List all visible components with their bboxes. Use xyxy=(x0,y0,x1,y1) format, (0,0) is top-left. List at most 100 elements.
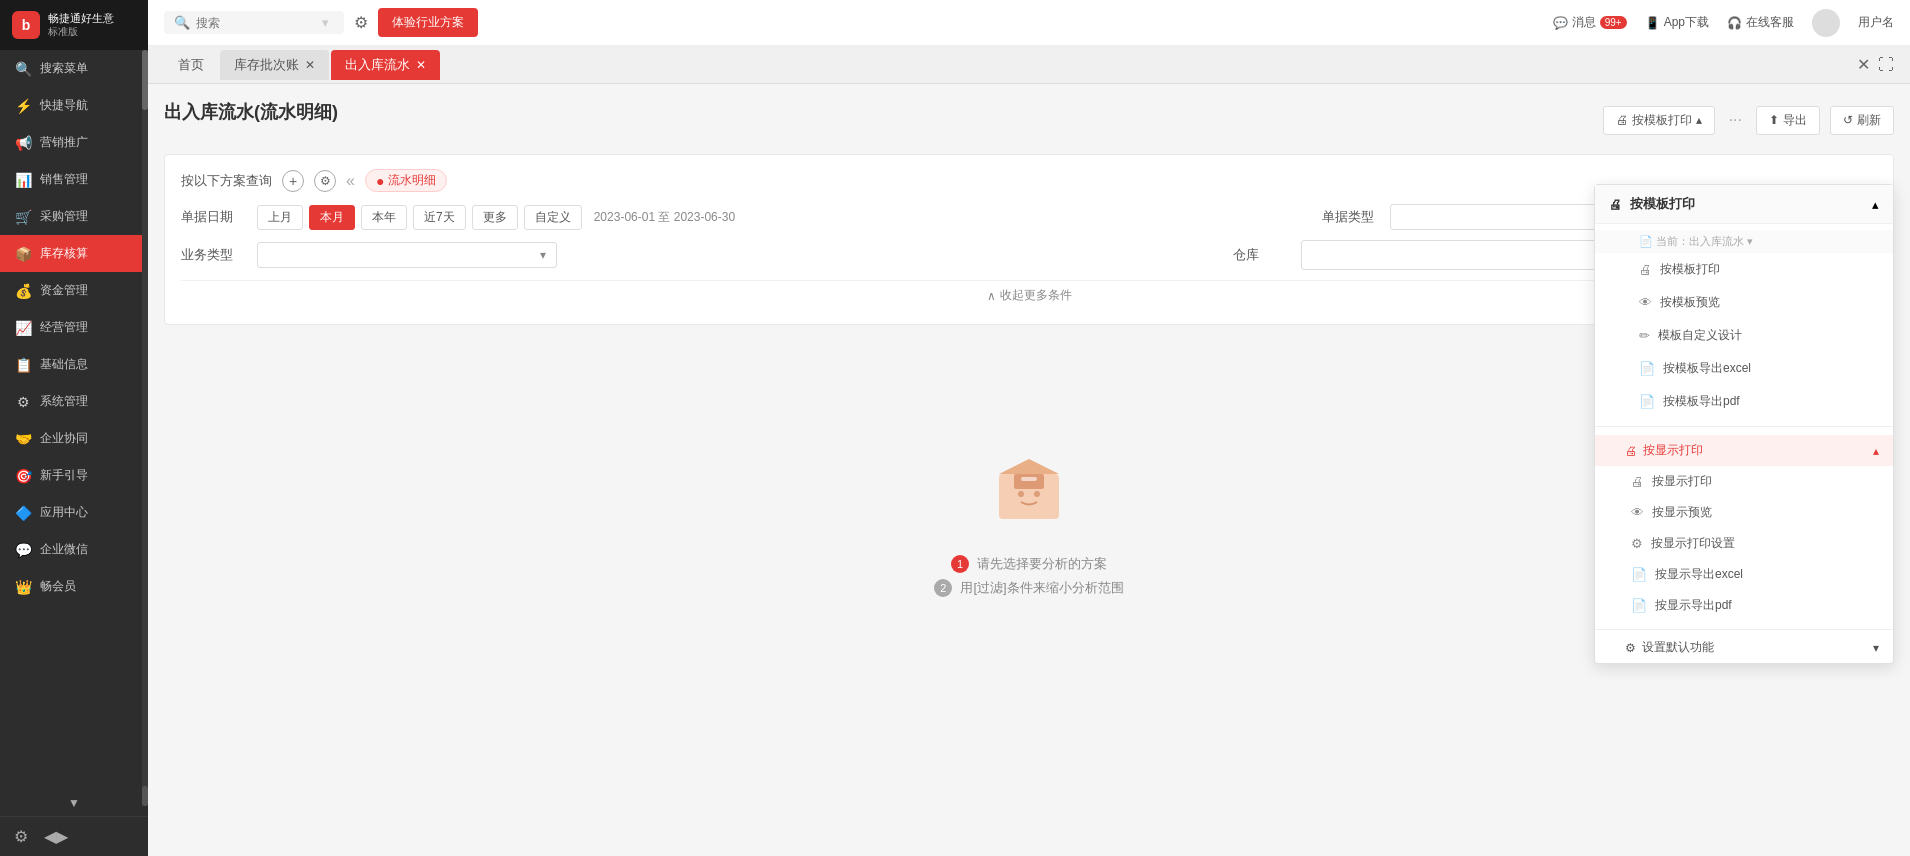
svg-rect-3 xyxy=(1021,477,1037,481)
sidebar-item-system[interactable]: ⚙ 系统管理 xyxy=(0,383,148,420)
refresh-btn[interactable]: ↺ 刷新 xyxy=(1830,106,1894,135)
topbar-search-input[interactable] xyxy=(196,16,316,30)
refresh-label: 刷新 xyxy=(1857,112,1881,129)
date-btn-more[interactable]: 更多 xyxy=(472,205,518,230)
app-download-item[interactable]: 📱 App下载 xyxy=(1645,14,1709,31)
tab-home[interactable]: 首页 xyxy=(164,50,218,80)
sidebar-settings-icon[interactable]: ⚙ xyxy=(14,827,28,846)
preview-icon: 👁 xyxy=(1639,295,1652,310)
dropdown-display-section: 🖨 按显示打印 ▴ 🖨 按显示打印 👁 按显示预览 ⚙ 按显示打印设置 xyxy=(1595,429,1893,627)
sidebar-item-search[interactable]: 🔍 搜索菜单 xyxy=(0,50,148,87)
sidebar-item-member[interactable]: 👑 畅会员 xyxy=(0,568,148,605)
message-label: 消息 xyxy=(1572,14,1596,31)
tab-stock-batch[interactable]: 库存批次账 ✕ xyxy=(220,50,329,80)
message-item[interactable]: 💬 消息 99+ xyxy=(1553,14,1627,31)
trial-btn[interactable]: 体验行业方案 xyxy=(378,8,478,37)
sidebar-item-operations[interactable]: 📈 经营管理 xyxy=(0,309,148,346)
tab-stock-flow-close[interactable]: ✕ xyxy=(416,58,426,72)
dropdown-display-export-excel[interactable]: 📄 按显示导出excel xyxy=(1595,559,1893,590)
dropdown-display-export-pdf[interactable]: 📄 按显示导出pdf xyxy=(1595,590,1893,621)
sidebar-item-enterprise[interactable]: 🤝 企业协同 xyxy=(0,420,148,457)
export-btn[interactable]: ⬆ 导出 xyxy=(1756,106,1820,135)
filter-collapse-btn[interactable]: « xyxy=(346,172,355,190)
dropdown-template-preview-label: 按模板预览 xyxy=(1660,294,1720,311)
sidebar-item-label: 资金管理 xyxy=(40,282,88,299)
sidebar-item-finance[interactable]: 💰 资金管理 xyxy=(0,272,148,309)
sidebar-bottom: ⚙ ◀▶ xyxy=(0,816,148,856)
filter-settings-btn[interactable]: ⚙ xyxy=(314,170,336,192)
sidebar-item-sales[interactable]: 📊 销售管理 xyxy=(0,161,148,198)
sidebar-item-quick-nav[interactable]: ⚡ 快捷导航 xyxy=(0,87,148,124)
dropdown-display-print[interactable]: 🖨 按显示打印 xyxy=(1595,466,1893,497)
step-2-text: 用[过滤]条件来缩小分析范围 xyxy=(960,579,1123,597)
date-btn-this-month[interactable]: 本月 xyxy=(309,205,355,230)
username-label: 用户名 xyxy=(1858,14,1894,31)
filter-add-btn[interactable]: + xyxy=(282,170,304,192)
sidebar-item-wechat[interactable]: 💬 企业微信 xyxy=(0,531,148,568)
topbar-search-box[interactable]: 🔍 ▾ xyxy=(164,11,344,34)
svg-marker-1 xyxy=(999,459,1059,474)
sidebar-collapse-icon[interactable]: ◀▶ xyxy=(44,827,68,846)
sidebar-item-guide[interactable]: 🎯 新手引导 xyxy=(0,457,148,494)
sidebar-nav: 🔍 搜索菜单 ⚡ 快捷导航 📢 营销推广 📊 销售管理 🛒 采购管理 📦 xyxy=(0,50,148,790)
print-template-label: 按模板打印 xyxy=(1632,112,1692,129)
sidebar-item-label: 应用中心 xyxy=(40,504,88,521)
member-icon: 👑 xyxy=(14,579,32,595)
tab-expand-btn[interactable]: ⛶ xyxy=(1878,55,1894,74)
dropdown-template-custom[interactable]: ✏ 模板自定义设计 xyxy=(1595,319,1893,352)
operations-icon: 📈 xyxy=(14,320,32,336)
dropdown-display-preview[interactable]: 👁 按显示预览 xyxy=(1595,497,1893,528)
filter-tag-label: 流水明细 xyxy=(388,172,436,189)
display-preview-icon: 👁 xyxy=(1631,505,1644,520)
message-badge: 99+ xyxy=(1600,16,1627,29)
print-icon: 🖨 xyxy=(1639,262,1652,277)
dropdown-chevron-icon[interactable]: ▴ xyxy=(1872,197,1879,212)
filter-tag[interactable]: ● 流水明细 xyxy=(365,169,447,192)
svg-rect-2 xyxy=(1014,474,1044,489)
dropdown-set-default[interactable]: ⚙ 设置默认功能 ▾ xyxy=(1595,632,1893,663)
dropdown-display-print-settings[interactable]: ⚙ 按显示打印设置 xyxy=(1595,528,1893,559)
online-service-item[interactable]: 🎧 在线客服 xyxy=(1727,14,1794,31)
system-icon: ⚙ xyxy=(14,394,32,410)
user-avatar[interactable] xyxy=(1812,9,1840,37)
search-dropdown-icon: ▾ xyxy=(322,15,329,30)
sidebar-item-inventory[interactable]: 📦 库存核算 xyxy=(0,235,148,272)
dropdown-template-export-pdf[interactable]: 📄 按模板导出pdf xyxy=(1595,385,1893,418)
pdf-icon: 📄 xyxy=(1639,394,1655,409)
dropdown-current-label: 📄 当前：出入库流水 ▾ xyxy=(1595,230,1893,253)
warehouse-field-label: 仓库 xyxy=(1233,246,1293,264)
collapse-chevron-icon: ∧ xyxy=(987,289,996,303)
display-settings-icon: ⚙ xyxy=(1631,536,1643,551)
dropdown-template-custom-label: 模板自定义设计 xyxy=(1658,327,1742,344)
sidebar-item-marketing[interactable]: 📢 营销推广 xyxy=(0,124,148,161)
sidebar-scroll-down[interactable]: ▼ xyxy=(64,792,84,814)
tab-stock-flow-label: 出入库流水 xyxy=(345,56,410,74)
sidebar-item-label: 搜索菜单 xyxy=(40,60,88,77)
tab-stock-flow[interactable]: 出入库流水 ✕ xyxy=(331,50,440,80)
date-btn-custom[interactable]: 自定义 xyxy=(524,205,582,230)
dropdown-current-icon: 📄 xyxy=(1639,235,1653,247)
quick-nav-icon: ⚡ xyxy=(14,98,32,114)
dropdown-display-section-header[interactable]: 🖨 按显示打印 ▴ xyxy=(1595,435,1893,466)
dropdown-template-preview[interactable]: 👁 按模板预览 xyxy=(1595,286,1893,319)
business-select-box[interactable]: ▾ xyxy=(257,242,557,268)
date-btn-7days[interactable]: 近7天 xyxy=(413,205,466,230)
empty-state-icon xyxy=(979,439,1079,539)
printer-icon: 🖨 xyxy=(1609,197,1622,212)
collapse-label: 收起更多条件 xyxy=(1000,287,1072,304)
sidebar-item-purchase[interactable]: 🛒 采购管理 xyxy=(0,198,148,235)
sidebar-item-app-center[interactable]: 🔷 应用中心 xyxy=(0,494,148,531)
inventory-icon: 📦 xyxy=(14,246,32,262)
topbar-settings-icon[interactable]: ⚙ xyxy=(354,13,368,32)
sidebar-logo: b 畅捷通好生意 标准版 xyxy=(0,0,148,50)
step-1-text: 请先选择要分析的方案 xyxy=(977,555,1107,573)
sidebar-item-basic[interactable]: 📋 基础信息 xyxy=(0,346,148,383)
dropdown-template-export-excel[interactable]: 📄 按模板导出excel xyxy=(1595,352,1893,385)
tab-stock-batch-close[interactable]: ✕ xyxy=(305,58,315,72)
dropdown-template-print[interactable]: 🖨 按模板打印 xyxy=(1595,253,1893,286)
print-template-btn[interactable]: 🖨 按模板打印 ▴ xyxy=(1603,106,1715,135)
date-btn-this-year[interactable]: 本年 xyxy=(361,205,407,230)
date-btn-last-month[interactable]: 上月 xyxy=(257,205,303,230)
print-dropdown-chevron: ▴ xyxy=(1696,113,1702,127)
tab-close-all-btn[interactable]: ✕ xyxy=(1857,55,1870,74)
